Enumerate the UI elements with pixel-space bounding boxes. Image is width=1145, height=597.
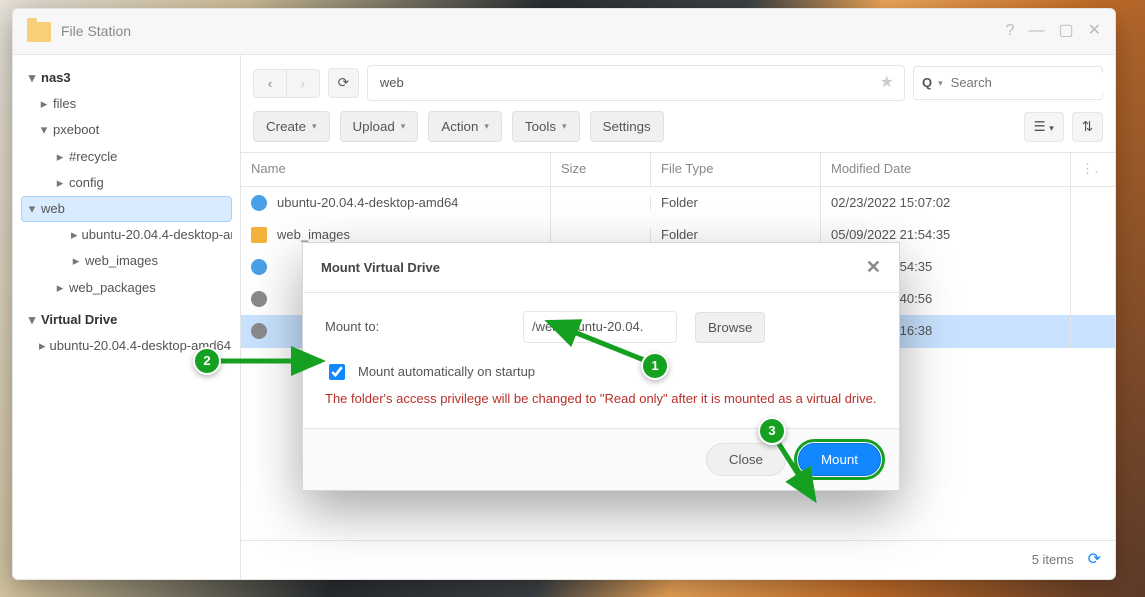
table-header: Name Size File Type Modified Date ⋮ — [241, 153, 1115, 186]
search-field[interactable]: Q▾ — [913, 66, 1103, 100]
folder-tree[interactable]: ▾nas3 ▸files ▾pxeboot ▸#recycle ▸config … — [13, 55, 241, 579]
col-name[interactable]: Name — [241, 153, 551, 185]
tree-item-pxeboot[interactable]: ▾pxeboot — [21, 117, 232, 143]
tree-item-web[interactable]: ▾web — [21, 196, 232, 222]
tree-item-files[interactable]: ▸files — [21, 91, 232, 117]
item-count: 5 items — [1032, 551, 1074, 569]
maximize-icon[interactable]: ▢ — [1058, 20, 1073, 42]
col-modified[interactable]: Modified Date — [821, 153, 1071, 185]
auto-mount-label: Mount automatically on startup — [358, 363, 535, 381]
nav-back-button[interactable]: ‹ — [254, 70, 286, 97]
nav-forward-button[interactable]: › — [286, 70, 319, 97]
file-icon — [251, 259, 267, 275]
app-folder-icon — [27, 22, 51, 42]
table-row[interactable]: ubuntu-20.04.4-desktop-amd64 Folder02/23… — [241, 187, 1115, 219]
refresh-button[interactable]: ⟳ — [328, 68, 359, 98]
path-toolbar: ‹ › ⟳ ★ Q▾ — [241, 55, 1115, 111]
annotation-badge-1: 1 — [641, 352, 669, 380]
browse-button[interactable]: Browse — [695, 312, 765, 343]
tree-item-web-images[interactable]: ▸web_images — [21, 248, 232, 274]
folder-icon — [251, 227, 267, 243]
tree-item-web-packages[interactable]: ▸web_packages — [21, 275, 232, 301]
tree-virtual-drive-header[interactable]: ▾Virtual Drive — [21, 307, 232, 333]
help-icon[interactable]: ? — [1006, 20, 1015, 42]
file-station-window: File Station ? — ▢ ✕ ▾nas3 ▸files ▾pxebo… — [12, 8, 1116, 580]
close-window-icon[interactable]: ✕ — [1088, 20, 1101, 42]
tree-item-recycle[interactable]: ▸#recycle — [21, 144, 232, 170]
sort-button[interactable]: ⇅ — [1072, 112, 1103, 142]
tree-item-ubuntu-desktop[interactable]: ▸ubuntu-20.04.4-desktop-amd64 — [21, 222, 232, 248]
path-input[interactable] — [378, 73, 874, 93]
search-input[interactable] — [949, 73, 1116, 93]
col-more-icon[interactable]: ⋮ — [1071, 153, 1099, 185]
tree-root[interactable]: ▾nas3 — [21, 65, 232, 91]
status-refresh-icon[interactable]: ⟳ — [1088, 549, 1101, 571]
col-size[interactable]: Size — [551, 153, 651, 185]
annotation-badge-2: 2 — [193, 347, 221, 375]
action-button[interactable]: Action▾ — [428, 111, 502, 142]
search-icon: Q — [922, 74, 932, 92]
settings-button[interactable]: Settings — [590, 111, 664, 142]
nav-back-forward: ‹ › — [253, 69, 320, 98]
annotation-arrow-3 — [769, 439, 829, 509]
chevron-down-icon: ▾ — [938, 77, 943, 90]
action-toolbar: Create▾ Upload▾ Action▾ Tools▾ Settings … — [241, 111, 1115, 152]
dialog-close-icon[interactable]: ✕ — [866, 255, 881, 280]
dialog-title: Mount Virtual Drive — [321, 259, 440, 277]
readonly-warning: The folder's access privilege will be ch… — [325, 389, 877, 410]
path-field[interactable]: ★ — [367, 65, 905, 101]
favorite-icon[interactable]: ★ — [880, 72, 894, 94]
globe-icon — [251, 195, 267, 211]
titlebar[interactable]: File Station ? — ▢ ✕ — [13, 9, 1115, 55]
mount-to-label: Mount to: — [325, 318, 505, 336]
col-type[interactable]: File Type — [651, 153, 821, 185]
tools-button[interactable]: Tools▾ — [512, 111, 580, 142]
view-list-button[interactable]: ☰ ▾ — [1024, 112, 1064, 142]
iso-icon — [251, 323, 267, 339]
annotation-arrow-2 — [213, 349, 333, 379]
status-bar: 5 items ⟳ — [241, 540, 1115, 579]
annotation-badge-3: 3 — [758, 417, 786, 445]
tree-item-config[interactable]: ▸config — [21, 170, 232, 196]
create-button[interactable]: Create▾ — [253, 111, 330, 142]
iso-icon — [251, 291, 267, 307]
minimize-icon[interactable]: — — [1028, 20, 1044, 42]
window-title: File Station — [61, 22, 131, 42]
upload-button[interactable]: Upload▾ — [340, 111, 419, 142]
